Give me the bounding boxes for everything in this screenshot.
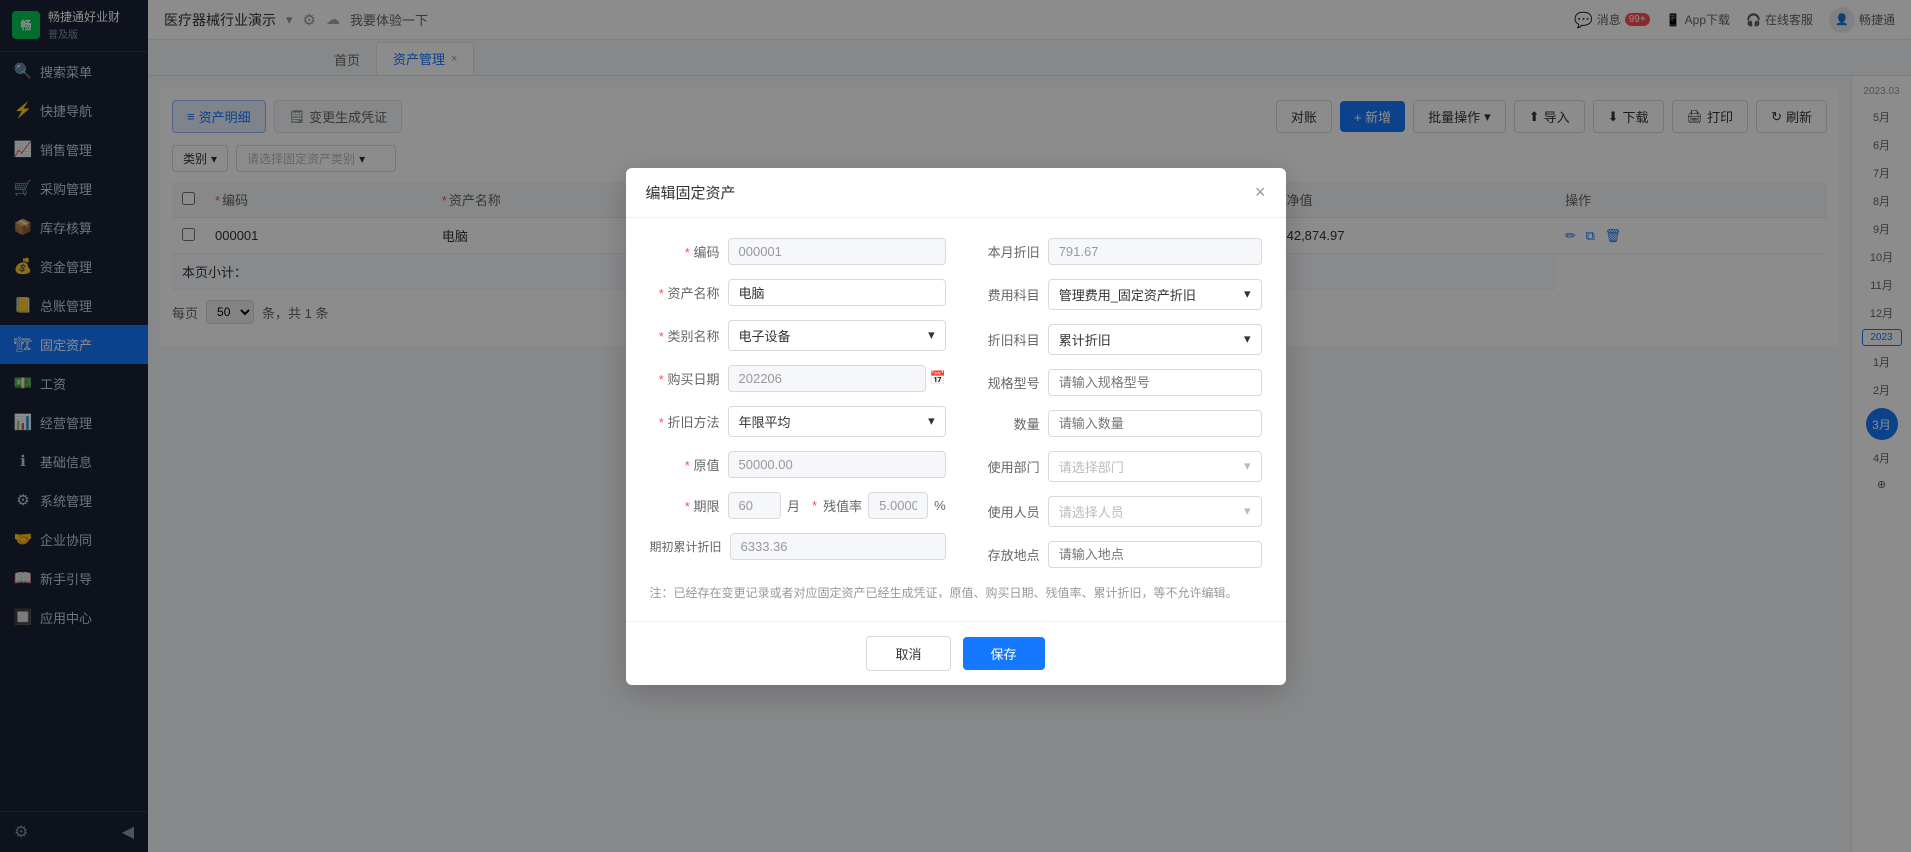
category-value: 电子设备 [739, 326, 791, 345]
spec-label: 规格型号 [970, 373, 1040, 392]
category-select[interactable]: 电子设备 ▾ [728, 320, 946, 351]
location-label: 存放地点 [970, 545, 1040, 564]
category-name-label: * 类别名称 [650, 326, 720, 345]
dialog-close-button[interactable]: × [1255, 182, 1266, 203]
expense-subject-dropdown-icon: ▾ [1244, 286, 1251, 302]
period-unit: 月 [787, 496, 800, 515]
form-quantity: 数量 [970, 410, 1262, 437]
dialog-title: 编辑固定资产 [646, 182, 736, 203]
form-dep-subject: 折旧科目 累计折旧 ▾ [970, 324, 1262, 355]
original-value-input[interactable] [728, 451, 946, 478]
save-button[interactable]: 保存 [963, 637, 1045, 670]
period-label: * 期限 [650, 496, 720, 515]
monthly-dep-input[interactable] [1048, 238, 1262, 265]
expense-subject-label: 费用科目 [970, 285, 1040, 304]
staff-placeholder: 请选择人员 [1059, 502, 1124, 521]
dep-subject-label: 折旧科目 [970, 330, 1040, 349]
form-grid: * 编码 * 资产名称 * 类别名称 电子设备 ▾ [650, 238, 1262, 568]
form-asset-name: * 资产名称 [650, 279, 946, 306]
dep-subject-select[interactable]: 累计折旧 ▾ [1048, 324, 1262, 355]
expense-subject-select[interactable]: 管理费用_固定资产折旧 ▾ [1048, 279, 1262, 310]
initial-accumulated-input[interactable] [730, 533, 946, 560]
form-department: 使用部门 请选择部门 ▾ [970, 451, 1262, 482]
quantity-label: 数量 [970, 414, 1040, 433]
form-monthly-dep: 本月折旧 [970, 238, 1262, 265]
spec-input[interactable] [1048, 369, 1262, 396]
staff-label: 使用人员 [970, 502, 1040, 521]
category-dropdown-icon: ▾ [928, 327, 935, 343]
form-category: * 类别名称 电子设备 ▾ [650, 320, 946, 351]
form-spec: 规格型号 [970, 369, 1262, 396]
asset-name-input[interactable] [728, 279, 946, 306]
department-select[interactable]: 请选择部门 ▾ [1048, 451, 1262, 482]
purchase-date-input[interactable] [728, 365, 926, 392]
staff-dropdown-icon: ▾ [1244, 503, 1251, 519]
form-location: 存放地点 [970, 541, 1262, 568]
period-input[interactable] [728, 492, 782, 519]
residual-rate-unit: % [934, 498, 946, 513]
asset-name-label: * 资产名称 [650, 283, 720, 302]
dep-method-dropdown-icon: ▾ [928, 413, 935, 429]
period-row: 月 * 残值率 % [728, 492, 946, 519]
form-left: * 编码 * 资产名称 * 类别名称 电子设备 ▾ [650, 238, 946, 568]
edit-asset-dialog: 编辑固定资产 × * 编码 * 资产名称 [626, 168, 1286, 685]
cancel-button[interactable]: 取消 [866, 636, 950, 671]
dep-subject-value: 累计折旧 [1059, 330, 1111, 349]
form-expense-subject: 费用科目 管理费用_固定资产折旧 ▾ [970, 279, 1262, 310]
dep-method-value: 年限平均 [739, 412, 791, 431]
form-period: * 期限 月 * 残值率 % [650, 492, 946, 519]
code-label: * 编码 [650, 242, 720, 261]
original-value-label: * 原值 [650, 455, 720, 474]
residual-rate-input[interactable] [868, 492, 928, 519]
form-depreciation-method: * 折旧方法 年限平均 ▾ [650, 406, 946, 437]
quantity-input[interactable] [1048, 410, 1262, 437]
residual-rate-label: 残值率 [823, 496, 862, 515]
location-input[interactable] [1048, 541, 1262, 568]
form-right: 本月折旧 费用科目 管理费用_固定资产折旧 ▾ 折旧科目 [970, 238, 1262, 568]
expense-subject-value: 管理费用_固定资产折旧 [1059, 285, 1196, 304]
calendar-picker-icon[interactable]: 📅 [930, 370, 946, 386]
department-placeholder: 请选择部门 [1059, 457, 1124, 476]
dep-subject-dropdown-icon: ▾ [1244, 331, 1251, 347]
form-purchase-date: * 购买日期 📅 [650, 365, 946, 392]
staff-select[interactable]: 请选择人员 ▾ [1048, 496, 1262, 527]
form-initial-accumulated: 期初累计折旧 [650, 533, 946, 560]
req-star-residual: * [812, 498, 817, 513]
form-staff: 使用人员 请选择人员 ▾ [970, 496, 1262, 527]
form-original-value: * 原值 [650, 451, 946, 478]
department-label: 使用部门 [970, 457, 1040, 476]
dialog-header: 编辑固定资产 × [626, 168, 1286, 218]
notice-text: 注：已经存在变更记录或者对应固定资产已经生成凭证，原值、购买日期、残值率、累计折… [650, 584, 1262, 601]
monthly-dep-label: 本月折旧 [970, 242, 1040, 261]
purchase-date-label: * 购买日期 [650, 369, 720, 388]
department-dropdown-icon: ▾ [1244, 458, 1251, 474]
dep-method-label: * 折旧方法 [650, 412, 720, 431]
dialog-body: * 编码 * 资产名称 * 类别名称 电子设备 ▾ [626, 218, 1286, 621]
form-code: * 编码 [650, 238, 946, 265]
initial-accumulated-label: 期初累计折旧 [650, 538, 722, 555]
dialog-footer: 取消 保存 [626, 621, 1286, 685]
code-input[interactable] [728, 238, 946, 265]
dep-method-select[interactable]: 年限平均 ▾ [728, 406, 946, 437]
dialog-overlay: 编辑固定资产 × * 编码 * 资产名称 [0, 0, 1911, 852]
